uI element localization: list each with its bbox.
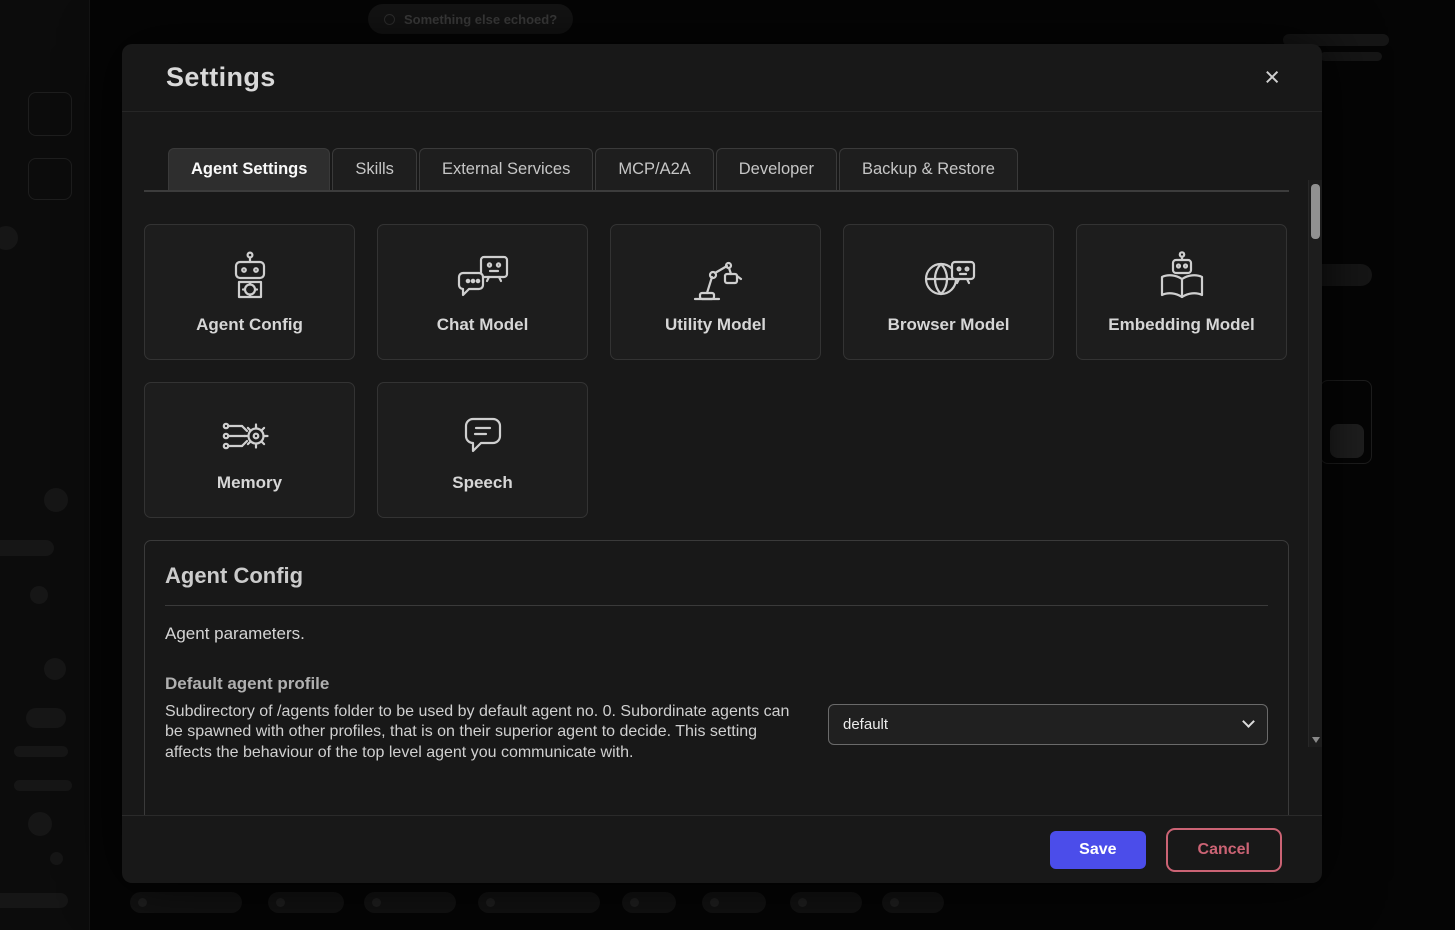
settings-modal: Settings × Agent Settings Skills Externa… (122, 44, 1322, 883)
background-artifact (26, 708, 66, 728)
nav-card-label: Chat Model (437, 315, 529, 335)
scrollbar-thumb[interactable] (1311, 184, 1320, 239)
speech-bubble-icon (451, 407, 515, 465)
nav-card-label: Embedding Model (1108, 315, 1254, 335)
background-artifact (1320, 52, 1382, 61)
background-artifact (1330, 424, 1364, 458)
save-button[interactable]: Save (1050, 831, 1145, 869)
tab-agent-settings[interactable]: Agent Settings (168, 148, 330, 190)
tab-external-services[interactable]: External Services (419, 148, 593, 190)
default-agent-profile-select-wrap: default (828, 704, 1268, 745)
nav-card-utility-model[interactable]: Utility Model (610, 224, 821, 360)
tab-backup-restore[interactable]: Backup & Restore (839, 148, 1018, 190)
globe-screen-icon (917, 249, 981, 307)
background-artifact (622, 892, 676, 913)
nav-card-speech[interactable]: Speech (377, 382, 588, 518)
tab-skills[interactable]: Skills (332, 148, 417, 190)
section-divider (165, 605, 1268, 606)
background-artifact (0, 540, 54, 556)
settings-nav-cards: Agent Config Chat Model (144, 224, 1289, 518)
background-artifact (364, 892, 456, 913)
settings-modal-header: Settings × (122, 44, 1322, 112)
cancel-button[interactable]: Cancel (1166, 828, 1282, 872)
section-subtitle: Agent parameters. (165, 624, 1268, 644)
scroll-down-arrow-icon[interactable] (1312, 737, 1320, 743)
background-artifact (30, 586, 48, 604)
background-artifact (28, 812, 52, 836)
background-artifact (268, 892, 344, 913)
tab-developer[interactable]: Developer (716, 148, 837, 190)
background-artifact (702, 892, 766, 913)
background-artifact (28, 158, 72, 200)
chat-screen-icon (451, 249, 515, 307)
settings-tabs: Agent Settings Skills External Services … (144, 148, 1289, 192)
nav-card-chat-model[interactable]: Chat Model (377, 224, 588, 360)
dimmed-suggestion-chip: Something else echoed? (368, 4, 573, 34)
section-title: Agent Config (165, 563, 1268, 589)
nav-card-agent-config[interactable]: Agent Config (144, 224, 355, 360)
chip-gear-icon (218, 407, 282, 465)
background-artifact (0, 893, 68, 908)
robot-arm-icon (684, 249, 748, 307)
dimmed-suggestion-text: Something else echoed? (404, 12, 557, 27)
refresh-icon (384, 14, 395, 25)
nav-card-embedding-model[interactable]: Embedding Model (1076, 224, 1287, 360)
background-artifact (50, 852, 63, 865)
field-description: Subdirectory of /agents folder to be use… (165, 702, 797, 763)
background-artifact (130, 892, 242, 913)
close-icon[interactable]: × (1264, 64, 1280, 91)
modal-scrollbar[interactable] (1308, 180, 1322, 747)
background-artifact (14, 780, 72, 791)
agent-config-section: Agent Config Agent parameters. Default a… (144, 540, 1289, 815)
background-artifact (882, 892, 944, 913)
background-artifact (478, 892, 600, 913)
tab-mcp-a2a[interactable]: MCP/A2A (595, 148, 713, 190)
background-artifact (28, 92, 72, 136)
settings-modal-body: Agent Settings Skills External Services … (122, 112, 1322, 815)
background-artifact (14, 746, 68, 757)
nav-card-label: Speech (452, 473, 512, 493)
field-label-default-agent-profile: Default agent profile (165, 674, 1268, 694)
robot-book-icon (1150, 249, 1214, 307)
background-artifact (790, 892, 862, 913)
nav-card-label: Memory (217, 473, 282, 493)
background-artifact (44, 658, 66, 680)
field-row-default-agent-profile: Subdirectory of /agents folder to be use… (165, 702, 1268, 763)
nav-card-label: Browser Model (888, 315, 1010, 335)
nav-card-memory[interactable]: Memory (144, 382, 355, 518)
page-title: Settings (166, 62, 276, 93)
nav-card-browser-model[interactable]: Browser Model (843, 224, 1054, 360)
nav-card-label: Utility Model (665, 315, 766, 335)
settings-modal-footer: Save Cancel (122, 815, 1322, 883)
background-artifact (44, 488, 68, 512)
robot-head-gear-icon (218, 249, 282, 307)
nav-card-label: Agent Config (196, 315, 303, 335)
default-agent-profile-select[interactable]: default (828, 704, 1268, 745)
